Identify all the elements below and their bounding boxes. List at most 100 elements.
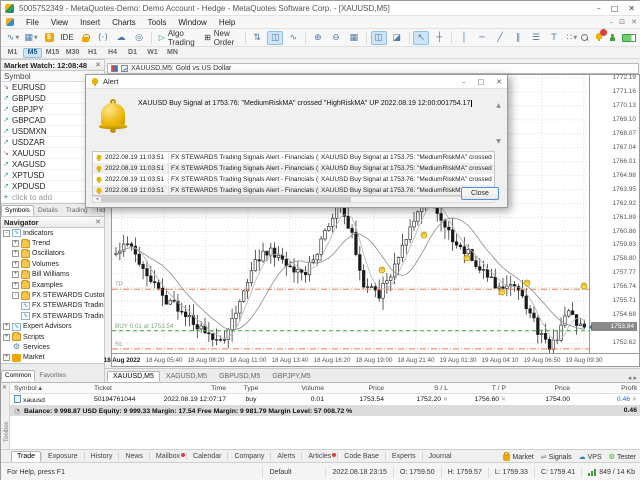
lock-button[interactable] bbox=[77, 31, 93, 45]
toolbox-tab-alerts[interactable]: Alerts bbox=[271, 451, 301, 462]
shortcut-vps[interactable]: ☁ VPS bbox=[579, 453, 602, 461]
toolbox-tab-journal[interactable]: Journal bbox=[423, 451, 458, 462]
dialog-close-icon[interactable]: ✕ bbox=[496, 78, 502, 86]
timeframe-h1[interactable]: H1 bbox=[83, 48, 102, 58]
expander-icon[interactable]: + bbox=[3, 333, 10, 341]
chart-tab-scroll-icons[interactable]: ◂ ▸ bbox=[628, 374, 640, 382]
remove-sl-icon[interactable]: ✕ bbox=[443, 396, 448, 403]
tree-item[interactable]: + Trend bbox=[1, 238, 104, 248]
fibo-button[interactable]: ☰ bbox=[528, 31, 544, 45]
timeframe-d1[interactable]: D1 bbox=[123, 48, 142, 58]
profile-selector[interactable]: Default bbox=[262, 466, 327, 478]
mdi-restore-icon[interactable]: ⊡ bbox=[619, 18, 625, 26]
alert-list-scrollbar[interactable]: ◂▸ bbox=[92, 196, 495, 203]
dialog-minimize-icon[interactable]: – bbox=[462, 78, 466, 86]
tree-item[interactable]: + Oscillators bbox=[1, 248, 104, 259]
chart-tab-gbpusd-m5[interactable]: GBPUSD,M5 bbox=[213, 371, 266, 382]
tree-item[interactable]: - ∿ Indicators bbox=[1, 228, 104, 238]
timeframe-m5[interactable]: M5 bbox=[23, 47, 42, 58]
dialog-maximize-icon[interactable]: □ bbox=[478, 78, 485, 86]
mdi-close-icon[interactable]: ✕ bbox=[631, 18, 637, 26]
column-header-tp[interactable]: T / P bbox=[452, 385, 510, 392]
search-icon[interactable] bbox=[581, 33, 589, 42]
alert-dialog-title-bar[interactable]: Alert – □ ✕ bbox=[86, 75, 507, 89]
tree-item[interactable]: ∿FX STEWARDS Trading Si bbox=[1, 311, 104, 321]
maximize-icon[interactable]: □ bbox=[611, 4, 619, 13]
mdi-minimize-icon[interactable]: – bbox=[610, 18, 614, 26]
shortcut-tester[interactable]: ⚙ Tester bbox=[609, 453, 636, 461]
metaeditor-button[interactable]: IDE bbox=[59, 31, 75, 45]
market-watch-tab-symbols[interactable]: Symbols bbox=[1, 205, 34, 216]
column-header-symbol[interactable]: Symbol ▴ bbox=[10, 384, 90, 392]
cloud-button[interactable]: ☁ bbox=[113, 31, 129, 45]
navigator-close-icon[interactable]: ✕ bbox=[95, 218, 101, 226]
expander-icon[interactable]: - bbox=[12, 292, 19, 300]
timeframe-m30[interactable]: M30 bbox=[63, 48, 82, 58]
chart-type-button[interactable]: ∿ ▼ bbox=[5, 31, 21, 45]
channel-button[interactable]: ∥ bbox=[510, 31, 526, 45]
cascade-windows-button[interactable]: ◪ bbox=[389, 31, 405, 45]
toolbox-tab-mailbox[interactable]: Mailbox bbox=[150, 451, 186, 462]
tree-item[interactable]: ⚙ Services bbox=[1, 342, 104, 352]
column-header-sl[interactable]: S / L bbox=[388, 385, 452, 392]
close-icon[interactable]: ✕ bbox=[628, 4, 635, 13]
menu-item-tools[interactable]: Tools bbox=[142, 18, 173, 27]
community-button[interactable]: ◎ bbox=[131, 31, 147, 45]
toolbox-tab-news[interactable]: News bbox=[119, 451, 149, 462]
zoom-in-button[interactable]: ⊕ bbox=[310, 31, 326, 45]
market-watch-close-icon[interactable]: ✕ bbox=[95, 61, 101, 69]
alert-row[interactable]: 2022.08.19 11:03:51 FX STEWARDS Trading S… bbox=[93, 152, 494, 163]
time-axis[interactable]: 18 Aug 2022 18 Aug 05:40 18 Aug 08:20 18 Au… bbox=[104, 354, 640, 367]
line-chart-button[interactable]: ∿ bbox=[285, 31, 301, 45]
timeframe-m1[interactable]: M1 bbox=[3, 48, 22, 58]
chart-title-bar[interactable]: XAUUSD,M5: Gold vs US Dollar bbox=[107, 63, 639, 74]
grid-button[interactable]: ▦ bbox=[346, 31, 362, 45]
tree-item[interactable]: + ∿ Expert Advisors bbox=[1, 322, 104, 332]
alert-row[interactable]: 2022.08.19 11:03:51 FX STEWARDS Trading S… bbox=[93, 185, 494, 195]
chart-tab-xauusd-m5[interactable]: XAUUSD,M5 bbox=[107, 371, 160, 382]
crosshair-cursor-button[interactable]: ↖ bbox=[413, 30, 430, 45]
toolbox-tab-history[interactable]: History bbox=[85, 451, 119, 462]
column-header-time[interactable]: Time bbox=[150, 385, 230, 392]
tree-item[interactable]: + Bill Williams bbox=[1, 269, 104, 280]
toolbox-tab-company[interactable]: Company bbox=[228, 451, 270, 462]
price-axis[interactable]: 1753.84 1772.19 1771.16 1770.13 1769.10 1768… bbox=[589, 74, 640, 354]
toolbox-tab-calendar[interactable]: Calendar bbox=[187, 451, 227, 462]
remove-tp-icon[interactable]: ✕ bbox=[501, 396, 506, 403]
menu-item-insert[interactable]: Insert bbox=[74, 18, 106, 27]
chart-tab-xagusd-m5[interactable]: XAGUSD,M5 bbox=[160, 371, 213, 382]
bar-chart-button[interactable]: ⇅ bbox=[249, 31, 265, 45]
timeframe-mn[interactable]: MN bbox=[163, 48, 182, 58]
tree-item[interactable]: + Scripts bbox=[1, 332, 104, 342]
vline-button[interactable]: │ bbox=[456, 31, 472, 45]
crosshair-button[interactable]: ┼ bbox=[431, 31, 447, 45]
close-button[interactable]: Close bbox=[461, 187, 499, 200]
notifications-icon[interactable] bbox=[595, 29, 607, 43]
expander-icon[interactable]: - bbox=[3, 229, 10, 237]
community-user-icon[interactable] bbox=[609, 33, 616, 42]
navigator-tab-common[interactable]: Common bbox=[1, 370, 36, 381]
alert-row[interactable]: 2022.08.19 11:03:51 FX STEWARDS Trading S… bbox=[93, 163, 494, 174]
menu-item-file[interactable]: File bbox=[20, 18, 45, 27]
column-header-ticket[interactable]: Ticket bbox=[90, 385, 150, 392]
column-header-price[interactable]: Price bbox=[328, 385, 388, 392]
new-chart-button[interactable]: ▦ ▼ bbox=[23, 31, 39, 45]
expander-icon[interactable]: + bbox=[12, 260, 19, 268]
column-header-type[interactable]: Type bbox=[230, 385, 272, 392]
scroll-down-icon[interactable]: ▼ bbox=[494, 137, 503, 146]
expander-icon[interactable]: + bbox=[3, 354, 10, 362]
toolbox-tab-articles[interactable]: Articles bbox=[302, 451, 337, 462]
trendline-button[interactable]: ╱ bbox=[492, 31, 508, 45]
shortcut-market[interactable]: Market bbox=[503, 451, 534, 461]
toolbox-tab-exposure[interactable]: Exposure bbox=[42, 451, 84, 462]
market-watch-tab-details[interactable]: Details bbox=[34, 205, 62, 216]
connect-button[interactable]: (·) bbox=[95, 31, 111, 45]
shortcut-signals[interactable]: ⇌ Signals bbox=[541, 453, 572, 461]
expander-icon[interactable]: + bbox=[12, 271, 19, 279]
column-header-price2[interactable]: Price bbox=[510, 385, 574, 392]
candle-chart-button[interactable]: ◫ bbox=[267, 30, 284, 45]
tree-item[interactable]: - FX STEWARDS Custom Indica bbox=[1, 290, 104, 300]
new-order-button[interactable]: ⊞ New Order bbox=[201, 29, 240, 47]
market-watch-button[interactable]: $ bbox=[41, 31, 57, 45]
scrollbar-thumb[interactable] bbox=[101, 197, 351, 202]
